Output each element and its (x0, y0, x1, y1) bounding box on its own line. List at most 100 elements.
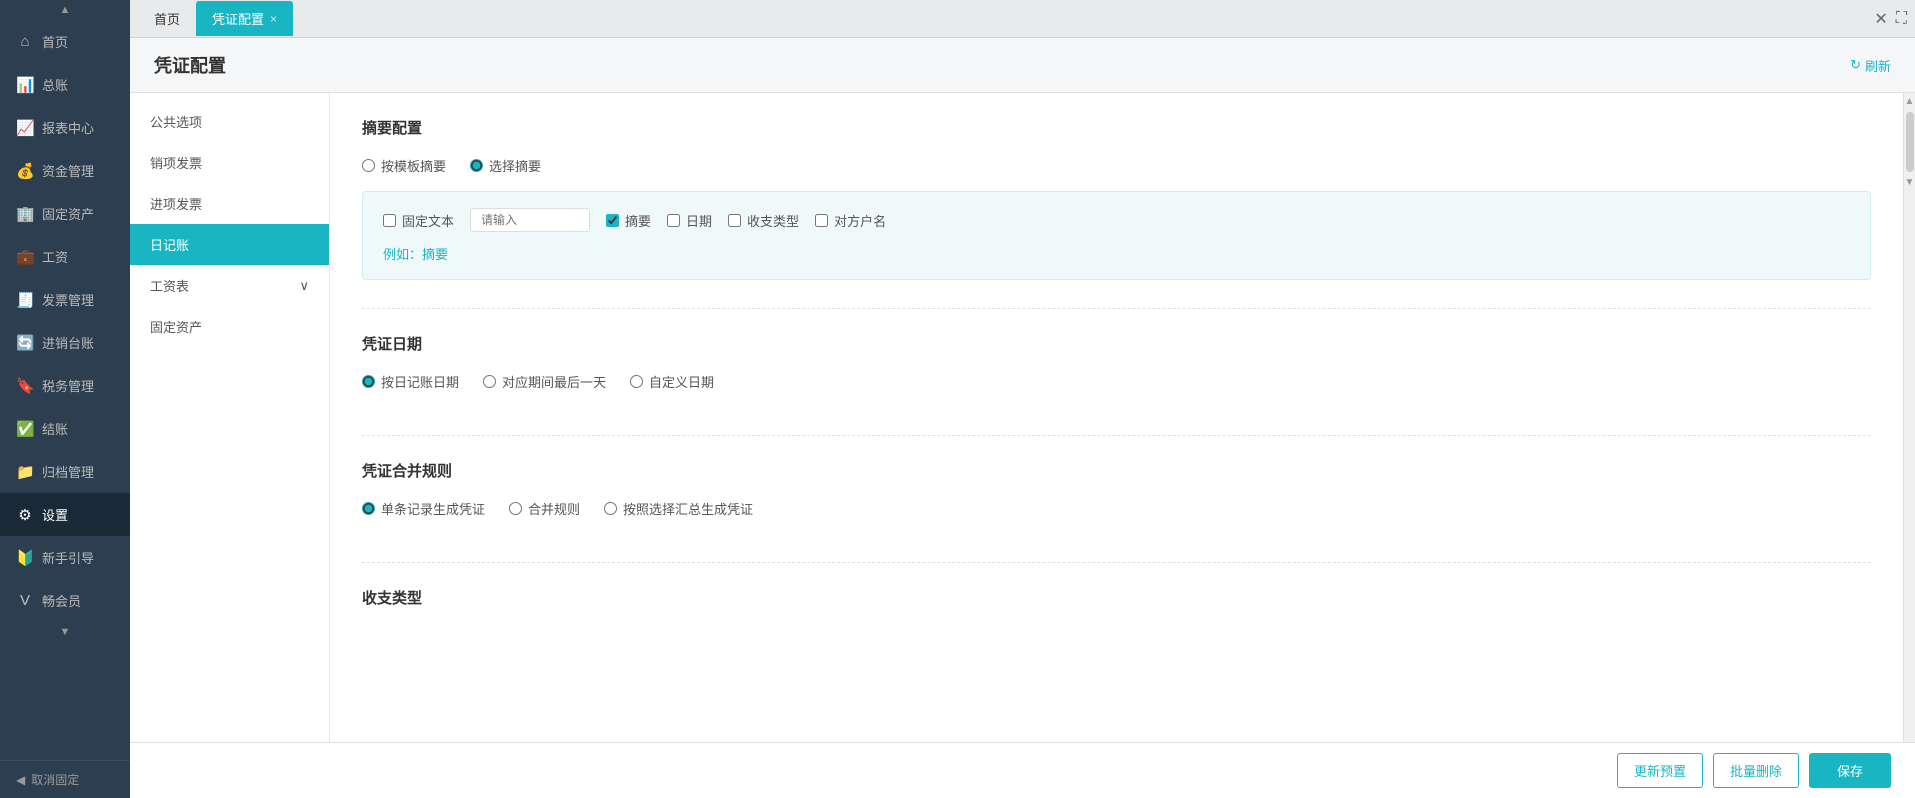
radio-merge-rules[interactable]: 合并规则 (509, 499, 580, 518)
radio-merge-rules-text: 合并规则 (528, 499, 580, 518)
scrollbar-thumb[interactable] (1906, 112, 1914, 172)
checkbox-date-label: 日期 (686, 211, 712, 230)
batch-delete-button[interactable]: 批量删除 (1713, 753, 1799, 788)
radio-template-text: 按模板摘要 (381, 156, 446, 175)
checkbox-fixed-text-input[interactable] (383, 214, 396, 227)
scrollbar-track: ▲ ▼ (1903, 93, 1915, 798)
merge-rules-section: 凭证合并规则 单条记录生成凭证 合并规则 按照选择汇总生成凭证 (362, 460, 1871, 563)
sidebar-item-purchase-sale[interactable]: 🔄 进销台账 (0, 321, 130, 364)
checkbox-counterpart-input[interactable] (815, 214, 828, 227)
sidebar-item-guide[interactable]: 🔰 新手引导 (0, 536, 130, 579)
update-preview-button[interactable]: 更新预置 (1617, 753, 1703, 788)
radio-last-day[interactable]: 对应期间最后一天 (483, 372, 606, 391)
sidebar-item-assets[interactable]: 🏢 固定资产 (0, 192, 130, 235)
summary-options-row: 固定文本 摘要 日期 收支类型 (383, 208, 1850, 232)
tab-close-button[interactable]: × (270, 12, 277, 26)
radio-by-journal-date-input[interactable] (362, 375, 375, 388)
tab-bar: 首页 凭证配置 × ✕ ⛶ (130, 0, 1915, 38)
sidebar-item-label: 畅会员 (42, 591, 81, 610)
save-button[interactable]: 保存 (1809, 753, 1891, 788)
tab-voucher-config[interactable]: 凭证配置 × (196, 1, 293, 36)
left-nav-purchase-invoice-label: 进项发票 (150, 194, 202, 213)
summary-config-title: 摘要配置 (362, 117, 1871, 138)
radio-select-label[interactable]: 选择摘要 (470, 156, 541, 175)
window-fullscreen-icon[interactable]: ⛶ (1896, 10, 1907, 28)
checkbox-counterpart-label: 对方户名 (834, 211, 886, 230)
tab-home[interactable]: 首页 (138, 1, 196, 36)
radio-custom-date[interactable]: 自定义日期 (630, 372, 714, 391)
radio-single-record[interactable]: 单条记录生成凭证 (362, 499, 485, 518)
radio-template-input[interactable] (362, 159, 375, 172)
sidebar-item-label: 报表中心 (42, 118, 94, 137)
sidebar-item-vip[interactable]: V 畅会员 (0, 579, 130, 622)
income-type-title: 收支类型 (362, 587, 1871, 608)
sidebar-pin-toggle[interactable]: ◀ 取消固定 (0, 760, 130, 798)
sidebar-item-settings[interactable]: ⚙ 设置 (0, 493, 130, 536)
radio-custom-date-input[interactable] (630, 375, 643, 388)
invoice-mgr-icon: 🧾 (16, 291, 34, 309)
scrollbar-down-arrow[interactable]: ▼ (1904, 174, 1915, 191)
sidebar-item-label: 资金管理 (42, 161, 94, 180)
radio-last-day-input[interactable] (483, 375, 496, 388)
checkbox-summary-input[interactable] (606, 214, 619, 227)
sidebar-item-reports[interactable]: 📈 报表中心 (0, 106, 130, 149)
left-nav-sales-invoice[interactable]: 销项发票 (130, 142, 329, 183)
sidebar-item-label: 首页 (42, 32, 68, 51)
left-nav-sales-invoice-label: 销项发票 (150, 153, 202, 172)
sidebar-item-invoice-mgr[interactable]: 🧾 发票管理 (0, 278, 130, 321)
checkbox-date[interactable]: 日期 (667, 211, 712, 230)
sidebar-item-settlement[interactable]: ✅ 结账 (0, 407, 130, 450)
left-nav-public[interactable]: 公共选项 (130, 101, 329, 142)
checkbox-summary[interactable]: 摘要 (606, 211, 651, 230)
checkbox-fixed-text[interactable]: 固定文本 (383, 211, 454, 230)
radio-merge-rules-input[interactable] (509, 502, 522, 515)
checkbox-counterpart[interactable]: 对方户名 (815, 211, 886, 230)
example-text: 例如：摘要 (383, 244, 1850, 263)
radio-by-journal-date[interactable]: 按日记账日期 (362, 372, 459, 391)
summary-config-section: 摘要配置 按模板摘要 选择摘要 固定文本 (362, 117, 1871, 309)
sidebar-item-funds[interactable]: 💰 资金管理 (0, 149, 130, 192)
left-nav-journal[interactable]: 日记账 (130, 224, 329, 265)
sidebar-item-home[interactable]: ⌂ 首页 (0, 20, 130, 63)
fixed-text-input[interactable] (470, 208, 590, 232)
sidebar-item-tax[interactable]: 🔖 税务管理 (0, 364, 130, 407)
sidebar-scroll-up[interactable]: ▲ (0, 0, 130, 20)
radio-select-input[interactable] (470, 159, 483, 172)
left-nav-payroll-table[interactable]: 工资表 ∨ (130, 265, 329, 306)
summary-options-box: 固定文本 摘要 日期 收支类型 (362, 191, 1871, 280)
main-area: 首页 凭证配置 × ✕ ⛶ 凭证配置 ↻ 刷新 公共选项 销项发票 进项 (130, 0, 1915, 798)
sidebar-item-payroll[interactable]: 💼 工资 (0, 235, 130, 278)
sidebar-item-archive[interactable]: 📁 归档管理 (0, 450, 130, 493)
radio-single-record-text: 单条记录生成凭证 (381, 499, 485, 518)
checkbox-date-input[interactable] (667, 214, 680, 227)
sidebar-item-ledger[interactable]: 📊 总账 (0, 63, 130, 106)
left-nav-purchase-invoice[interactable]: 进项发票 (130, 183, 329, 224)
voucher-date-section: 凭证日期 按日记账日期 对应期间最后一天 自定义日期 (362, 333, 1871, 436)
window-close-icon[interactable]: ✕ (1874, 9, 1887, 29)
settings-icon: ⚙ (16, 506, 34, 524)
home-icon: ⌂ (16, 33, 34, 50)
tab-bar-actions: ✕ ⛶ (1874, 9, 1907, 29)
scrollbar-up-arrow[interactable]: ▲ (1904, 93, 1915, 110)
checkbox-income-type-input[interactable] (728, 214, 741, 227)
ledger-icon: 📊 (16, 76, 34, 94)
pin-icon: ◀ (16, 773, 25, 787)
sidebar-item-label: 发票管理 (42, 290, 94, 309)
radio-template-label[interactable]: 按模板摘要 (362, 156, 446, 175)
left-nav-public-label: 公共选项 (150, 112, 202, 131)
left-nav-journal-label: 日记账 (150, 235, 189, 254)
radio-select-text: 选择摘要 (489, 156, 541, 175)
left-nav-fixed-assets[interactable]: 固定资产 (130, 306, 329, 347)
radio-aggregate-input[interactable] (604, 502, 617, 515)
voucher-date-radio-group: 按日记账日期 对应期间最后一天 自定义日期 (362, 372, 1871, 391)
radio-aggregate[interactable]: 按照选择汇总生成凭证 (604, 499, 753, 518)
bottom-actions: 更新预置 批量删除 保存 (130, 742, 1915, 798)
sidebar-item-label: 固定资产 (42, 204, 94, 223)
main-content: 公共选项 销项发票 进项发票 日记账 工资表 ∨ 固定资产 摘要配置 (130, 93, 1915, 798)
checkbox-income-type[interactable]: 收支类型 (728, 211, 799, 230)
sidebar-scroll-down[interactable]: ▼ (0, 622, 130, 642)
radio-single-record-input[interactable] (362, 502, 375, 515)
refresh-button[interactable]: ↻ 刷新 (1850, 56, 1891, 75)
payroll-icon: 💼 (16, 248, 34, 266)
checkbox-income-type-label: 收支类型 (747, 211, 799, 230)
